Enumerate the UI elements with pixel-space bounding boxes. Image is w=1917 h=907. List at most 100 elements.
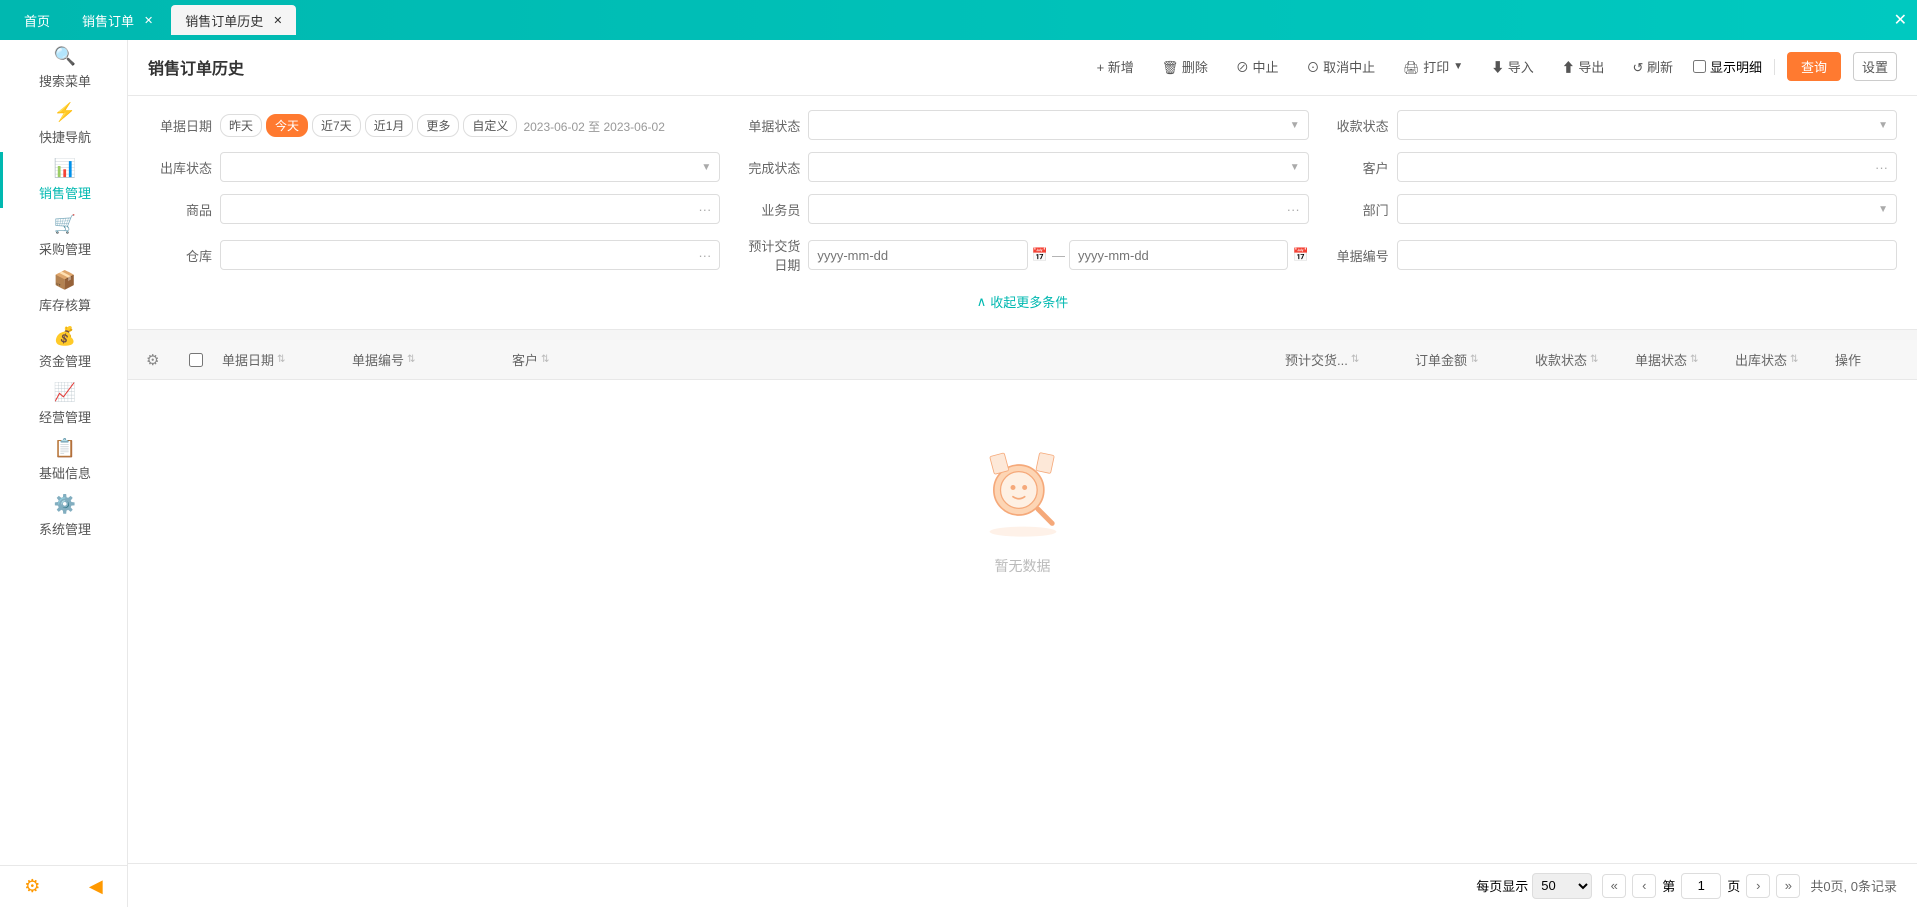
customer-more[interactable]: ··· [1875,160,1888,175]
filter-area: 单据日期 昨天 今天 近7天 近1月 更多 自定义 2023-06-02 至 2… [128,96,1917,330]
tab-sales-order-history-close[interactable]: ✕ [273,14,282,27]
query-button[interactable]: 查询 [1787,52,1841,81]
inventory-icon: 📦 [54,270,76,291]
th-out-status[interactable]: 出库状态 ⇅ [1727,350,1827,369]
out-status-select[interactable]: ▼ [220,152,720,182]
stop-button[interactable]: ⊘ 中止 [1228,53,1287,80]
filter-row-4: 仓库 ··· 预计交货日期 📅 — 📅 [148,236,1897,274]
th-pay-status[interactable]: 收款状态 ⇅ [1527,350,1627,369]
pagination: « ‹ 第 页 › » [1602,873,1800,899]
add-button[interactable]: + 新增 [1089,53,1142,80]
refresh-button[interactable]: ↺ 刷新 [1624,53,1681,80]
tab-sales-order-close[interactable]: ✕ [144,14,153,27]
sidebar-item-base-info[interactable]: 📋 基础信息 [0,432,127,488]
date-filter-control: 昨天 今天 近7天 近1月 更多 自定义 2023-06-02 至 2023-0… [220,114,720,137]
calendar-icon-to[interactable]: 📅 [1292,247,1308,263]
sidebar-item-purchase-mgmt[interactable]: 🛒 采购管理 [0,208,127,264]
th-number[interactable]: 单据编号 ⇅ [344,350,504,369]
sidebar-item-search-menu[interactable]: 🔍 搜索菜单 [0,40,127,96]
th-settings[interactable]: ⚙ [138,351,178,369]
empty-illustration [973,440,1073,540]
warehouse-more[interactable]: ··· [698,248,711,263]
print-button[interactable]: 🖨 打印 ▼ [1395,53,1471,80]
payment-status-label: 收款状态 [1325,116,1389,135]
order-status-select[interactable]: ▼ [808,110,1308,140]
th-order-status[interactable]: 单据状态 ⇅ [1627,350,1727,369]
gear-icon[interactable]: ⚙ [146,351,159,369]
show-details-control[interactable]: 显示明细 [1693,57,1762,76]
date-last7-btn[interactable]: 近7天 [312,114,361,137]
sidebar-item-sales-mgmt-label: 销售管理 [39,183,91,202]
th-customer[interactable]: 客户 ⇅ [504,350,1277,369]
out-status-label: 出库状态 [148,158,212,177]
payment-status-arrow: ▼ [1878,120,1888,131]
salesperson-more[interactable]: ··· [1287,202,1300,217]
complete-status-select[interactable]: ▼ [808,152,1308,182]
sidebar-item-quick-nav[interactable]: ⚡ 快捷导航 [0,96,127,152]
settings-button[interactable]: 设置 [1853,52,1897,81]
collapse-bar[interactable]: ∧ 收起更多条件 [148,286,1897,319]
date-last-month-btn[interactable]: 近1月 [365,114,414,137]
import-button[interactable]: ⬇ 导入 [1483,53,1542,80]
per-page-select[interactable]: 50 10 20 100 [1532,873,1592,899]
page-number-input[interactable] [1681,873,1721,899]
customer-select[interactable]: ··· [1397,152,1897,182]
customer-label: 客户 [1325,158,1389,177]
sort-number-icon: ⇅ [407,354,415,365]
sidebar-item-system[interactable]: ⚙️ 系统管理 [0,488,127,544]
department-select[interactable]: ▼ [1397,194,1897,224]
department-arrow: ▼ [1878,204,1888,215]
th-amount[interactable]: 订单金额 ⇅ [1407,350,1527,369]
first-page-button[interactable]: « [1602,874,1626,898]
product-more[interactable]: ··· [698,202,711,217]
last-page-button[interactable]: » [1776,874,1800,898]
delivery-date-from-input[interactable] [808,240,1027,270]
th-date[interactable]: 单据日期 ⇅ [214,350,344,369]
product-label: 商品 [148,200,212,219]
export-button[interactable]: ⬆ 导出 [1554,53,1613,80]
date-filter-item: 单据日期 昨天 今天 近7天 近1月 更多 自定义 2023-06-02 至 2… [148,114,720,137]
print-dropdown-icon: ▼ [1453,61,1463,72]
sidebar-item-finance[interactable]: 💰 资金管理 [0,320,127,376]
next-page-button[interactable]: › [1746,874,1770,898]
sidebar-settings-icon[interactable]: ⚙ [24,876,40,897]
sidebar-item-inventory[interactable]: 📦 库存核算 [0,264,127,320]
date-yesterday-btn[interactable]: 昨天 [220,114,262,137]
product-select[interactable]: ··· [220,194,720,224]
select-all-checkbox[interactable] [189,353,203,367]
date-custom-btn[interactable]: 自定义 [463,114,517,137]
collapse-label: 收起更多条件 [990,292,1068,311]
sort-customer-icon: ⇅ [541,354,549,365]
calendar-icon-from[interactable]: 📅 [1032,247,1048,263]
tab-sales-order[interactable]: 销售订单 ✕ [68,5,167,35]
window-close-icon[interactable]: ✕ [1894,10,1907,30]
show-details-checkbox[interactable] [1693,60,1706,73]
sort-out-status-icon: ⇅ [1790,354,1798,365]
tab-home[interactable]: 首页 [10,5,64,35]
delete-button[interactable]: 🗑 删除 [1154,53,1216,80]
sidebar-item-purchase-mgmt-label: 采购管理 [39,239,91,258]
sidebar-item-sales-mgmt[interactable]: 📊 销售管理 [0,152,127,208]
salesperson-select[interactable]: ··· [808,194,1308,224]
chevron-up-icon: ∧ [977,294,987,310]
sidebar-collapse-icon[interactable]: ◀ [89,876,103,897]
show-details-label: 显示明细 [1710,57,1762,76]
tab-home-label: 首页 [24,11,50,30]
sidebar-item-operations[interactable]: 📈 经营管理 [0,376,127,432]
tab-sales-order-history[interactable]: 销售订单历史 ✕ [171,5,296,35]
base-info-icon: 📋 [54,438,76,459]
payment-status-select[interactable]: ▼ [1397,110,1897,140]
sort-pay-status-icon: ⇅ [1590,354,1598,365]
page-header: 销售订单历史 + 新增 🗑 删除 ⊘ 中止 ⊙ 取消中止 🖨 [128,40,1917,96]
th-check[interactable] [178,353,214,367]
th-delivery[interactable]: 预计交货... ⇅ [1277,350,1407,369]
prev-page-button[interactable]: ‹ [1632,874,1656,898]
empty-state: 暂无数据 [128,380,1917,636]
cancel-stop-button[interactable]: ⊙ 取消中止 [1299,53,1384,80]
order-number-input[interactable] [1397,240,1897,270]
delivery-date-to-input[interactable] [1069,240,1288,270]
sidebar: 🔍 搜索菜单 ⚡ 快捷导航 📊 销售管理 🛒 采购管理 📦 库存核算 💰 资金管… [0,40,128,907]
warehouse-select[interactable]: ··· [220,240,720,270]
date-today-btn[interactable]: 今天 [266,114,308,137]
date-more-btn[interactable]: 更多 [417,114,459,137]
